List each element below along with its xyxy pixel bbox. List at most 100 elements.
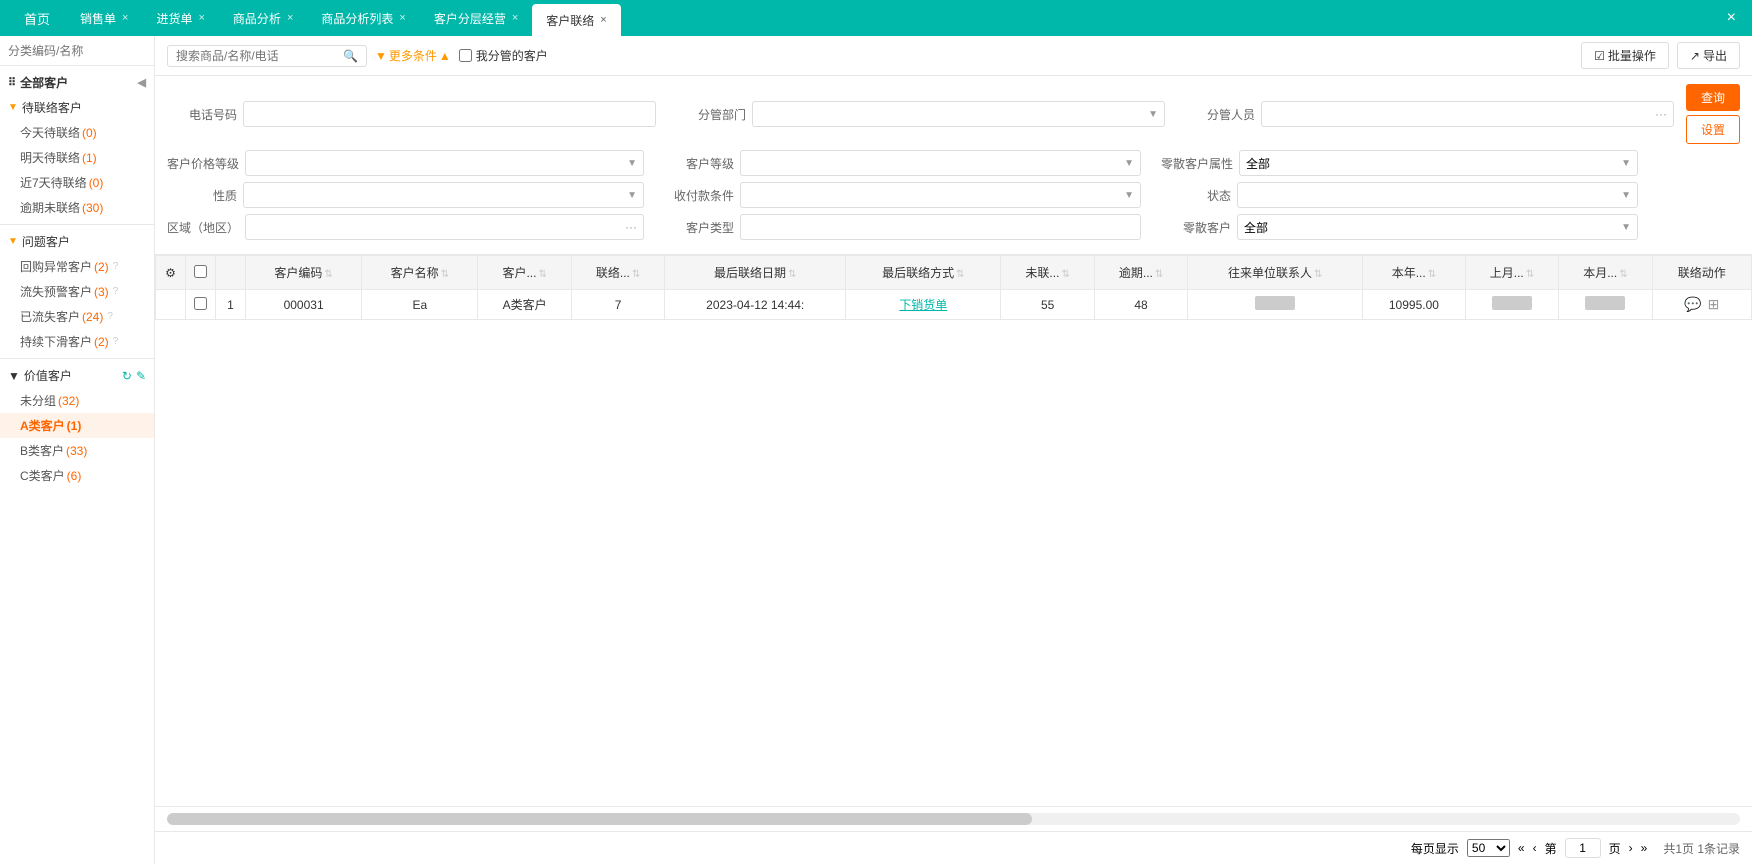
filter-person-input[interactable]: ···: [1261, 101, 1674, 127]
sidebar-item-a-class[interactable]: A类客户 (1): [0, 413, 154, 438]
close-customer-tier-tab[interactable]: ×: [512, 12, 518, 24]
payment-dropdown-icon: ▼: [1124, 190, 1134, 201]
nav-tab-customer-contact[interactable]: 客户联络 ×: [532, 4, 620, 36]
col-last-month[interactable]: 上月...⇅: [1465, 256, 1558, 290]
filter-retail-customer-select[interactable]: 全部 ▼: [1237, 214, 1638, 240]
col-checkbox[interactable]: [186, 256, 216, 290]
row-select-checkbox[interactable]: [194, 297, 207, 310]
close-sales-tab[interactable]: ×: [122, 12, 128, 24]
toolbar-search-icon[interactable]: 🔍: [343, 49, 358, 63]
col-this-year[interactable]: 本年...⇅: [1363, 256, 1466, 290]
col-last-method[interactable]: 最后联络方式⇅: [846, 256, 1001, 290]
nav-tab-product-analysis-list[interactable]: 商品分析列表 ×: [307, 0, 419, 36]
nav-home[interactable]: 首页: [8, 0, 66, 36]
col-name[interactable]: 客户名称⇅: [362, 256, 478, 290]
filter-price-level-select[interactable]: ▼: [245, 150, 644, 176]
settings-button[interactable]: 设置: [1686, 115, 1740, 144]
row-checkbox[interactable]: [186, 290, 216, 320]
edit-icon[interactable]: ✎: [136, 369, 146, 383]
filter-retail-attr-label: 零散客户属性: [1161, 155, 1233, 172]
sidebar-item-overdue-contact[interactable]: 逾期未联络 (30): [0, 195, 154, 220]
filter-payment-select[interactable]: ▼: [740, 182, 1141, 208]
refresh-icon[interactable]: ↻: [122, 369, 132, 383]
select-all-checkbox[interactable]: [194, 265, 207, 278]
col-overdue[interactable]: 逾期...⇅: [1094, 256, 1187, 290]
close-purchase-tab[interactable]: ×: [198, 12, 204, 24]
page-nav-last[interactable]: »: [1641, 841, 1648, 855]
phone-action-icon[interactable]: ⊞: [1708, 296, 1720, 313]
col-no-contact[interactable]: 未联...⇅: [1001, 256, 1094, 290]
close-all-tabs[interactable]: ×: [1719, 9, 1744, 27]
col-index: [216, 256, 246, 290]
query-button[interactable]: 查询: [1686, 84, 1740, 111]
chat-action-icon[interactable]: 💬: [1684, 296, 1701, 313]
nav-tab-product-analysis[interactable]: 商品分析 ×: [219, 0, 307, 36]
sidebar-item-lost-warning[interactable]: 流失预警客户 (3) ?: [0, 279, 154, 304]
toolbar-search-input[interactable]: [176, 49, 339, 63]
filter-phone-input[interactable]: [243, 101, 656, 127]
close-product-list-tab[interactable]: ×: [399, 12, 405, 24]
sidebar-item-today-contact[interactable]: 今天待联络 (0): [0, 120, 154, 145]
col-code[interactable]: 客户编码⇅: [246, 256, 362, 290]
page-nav-next[interactable]: ›: [1629, 841, 1633, 855]
col-settings[interactable]: ⚙: [156, 256, 186, 290]
page-nav-first[interactable]: «: [1518, 841, 1525, 855]
last-method-link[interactable]: 下销货单: [899, 298, 947, 312]
col-contact[interactable]: 联络...⇅: [571, 256, 664, 290]
nav-tab-customer-tier[interactable]: 客户分层经营 ×: [420, 0, 532, 36]
filter-nature-select[interactable]: ▼: [243, 182, 644, 208]
filter-phone: 电话号码: [167, 101, 656, 127]
filter-region-label: 区域（地区）: [167, 219, 239, 236]
sidebar-item-7day-contact[interactable]: 近7天待联络 (0): [0, 170, 154, 195]
page-nav-prev[interactable]: ‹: [1533, 841, 1537, 855]
contact-group-label[interactable]: ▼ 待联络客户: [0, 95, 154, 120]
row-index: 1: [216, 290, 246, 320]
value-group-label[interactable]: ▼ 价值客户 ↻ ✎: [0, 363, 154, 388]
filter-customer-type-input[interactable]: [740, 214, 1141, 240]
sidebar-item-ungroup[interactable]: 未分组 (32): [0, 388, 154, 413]
col-this-month[interactable]: 本月...⇅: [1559, 256, 1652, 290]
batch-op-button[interactable]: ☑ 批量操作: [1581, 42, 1669, 69]
col-unit-contact[interactable]: 往来单位联系人⇅: [1188, 256, 1363, 290]
filter-customer-type: 客户类型: [664, 214, 1141, 240]
toolbar-filter-btn[interactable]: ▼ 更多条件 ▲: [375, 47, 451, 64]
sidebar-search-input[interactable]: [8, 44, 155, 58]
sidebar-item-declining[interactable]: 持续下滑客户 (2) ?: [0, 329, 154, 354]
filter-region-input[interactable]: ···: [245, 214, 644, 240]
sidebar-item-abnormal[interactable]: 回购异常客户 (2) ?: [0, 254, 154, 279]
sidebar-item-tomorrow-contact[interactable]: 明天待联络 (1): [0, 145, 154, 170]
sidebar-item-lost[interactable]: 已流失客户 (24) ?: [0, 304, 154, 329]
col-action: 联络动作: [1652, 256, 1751, 290]
my-customer-checkbox[interactable]: [459, 49, 472, 62]
filter-phone-label: 电话号码: [167, 106, 237, 123]
filter-retail-customer-label: 零散客户: [1161, 219, 1231, 236]
filter-row-2: 客户价格等级 ▼ 客户等级 ▼ 零散客户属性: [167, 150, 1740, 176]
per-page-select[interactable]: 50 100 200: [1467, 839, 1510, 857]
close-customer-contact-tab[interactable]: ×: [600, 14, 606, 26]
nav-tab-purchase[interactable]: 进货单 ×: [142, 0, 218, 36]
export-button[interactable]: ↗ 导出: [1677, 42, 1740, 69]
filter-nature-label: 性质: [167, 187, 237, 204]
row-last-method[interactable]: 下销货单: [846, 290, 1001, 320]
sidebar-item-c-class[interactable]: C类客户 (6): [0, 463, 154, 488]
col-last-date[interactable]: 最后联络日期⇅: [665, 256, 846, 290]
filter-status-select[interactable]: ▼: [1237, 182, 1638, 208]
filter-row-4: 区域（地区） ··· 客户类型 零散客户 全部 ▼: [167, 214, 1740, 240]
page-input[interactable]: [1565, 838, 1601, 858]
sidebar-item-b-class[interactable]: B类客户 (33): [0, 438, 154, 463]
filter-dept-select[interactable]: ▼: [752, 101, 1165, 127]
horizontal-scrollbar[interactable]: [167, 813, 1740, 825]
status-dropdown-icon: ▼: [1621, 190, 1631, 201]
nav-tab-sales[interactable]: 销售单 ×: [66, 0, 142, 36]
filter-dept: 分管部门 ▼: [676, 101, 1165, 127]
arrow-down-icon: ▼: [8, 102, 18, 113]
close-product-analysis-tab[interactable]: ×: [287, 12, 293, 24]
all-customers-header[interactable]: ⠿ 全部客户 ◀: [0, 66, 154, 95]
filter-nature: 性质 ▼: [167, 182, 644, 208]
filter-customer-level-select[interactable]: ▼: [740, 150, 1141, 176]
filter-retail-attr-select[interactable]: 全部 ▼: [1239, 150, 1638, 176]
filter-row-3: 性质 ▼ 收付款条件 ▼ 状态: [167, 182, 1740, 208]
filter-customer-level-label: 客户等级: [664, 155, 734, 172]
problem-group-label[interactable]: ▼ 问题客户: [0, 229, 154, 254]
col-type[interactable]: 客户...⇅: [478, 256, 571, 290]
